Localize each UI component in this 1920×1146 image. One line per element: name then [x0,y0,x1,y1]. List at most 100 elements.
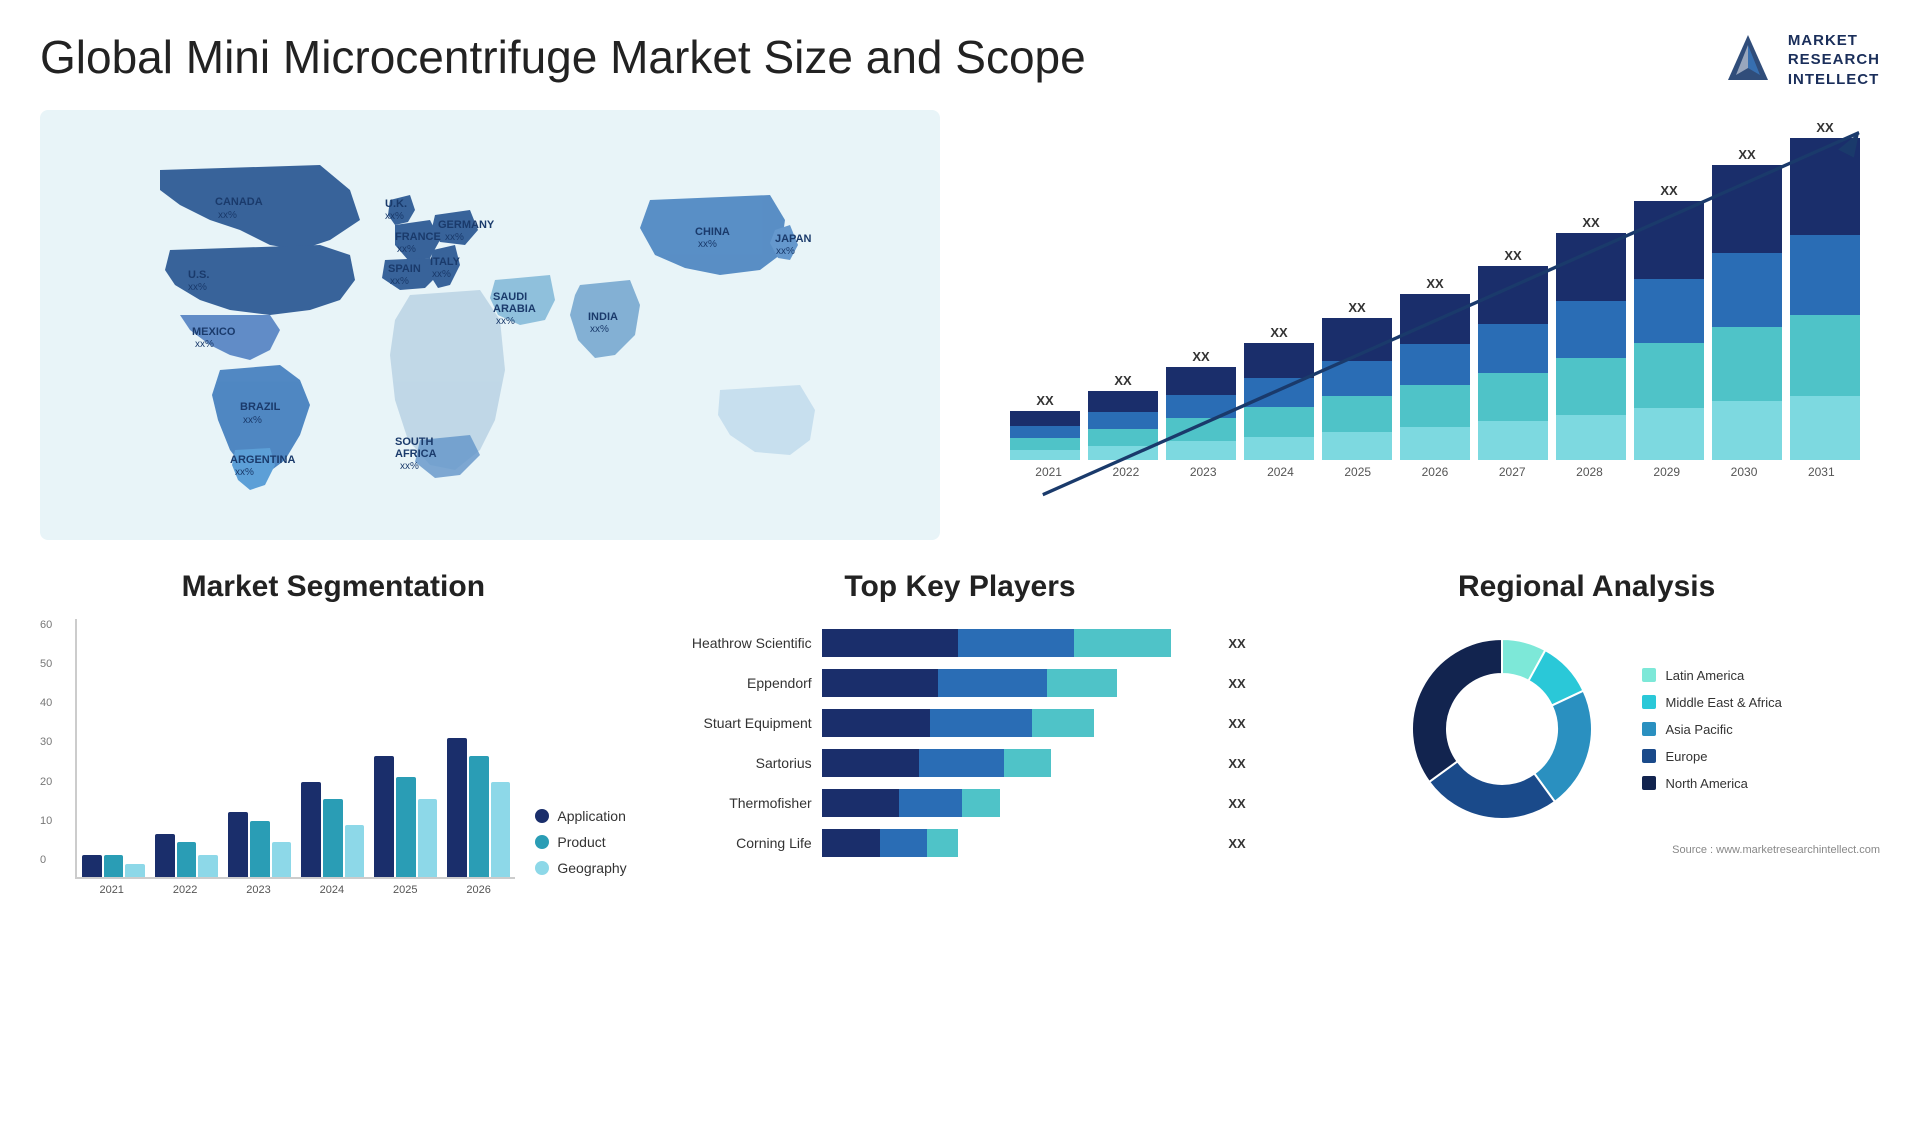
trend-x-label: 2031 [1783,465,1860,479]
player-bar-seg1 [822,829,880,857]
trend-bar-group: XX [1790,120,1860,460]
logo: MARKET RESEARCH INTELLECT [1718,30,1880,90]
trend-bars: XXXXXXXXXXXXXXXXXXXXXX [1010,120,1860,460]
seg-bar [82,855,102,877]
svg-text:MEXICO: MEXICO [192,326,236,338]
seg-bar [250,821,270,877]
trend-bar-label: XX [1816,120,1833,135]
segmentation-section: Market Segmentation 60 50 40 30 20 10 0 [40,570,627,896]
trend-bar-group: XX [1166,120,1236,460]
svg-text:xx%: xx% [243,415,262,426]
logo-text: MARKET RESEARCH INTELLECT [1788,31,1880,90]
regional-title: Regional Analysis [1293,570,1880,604]
trend-bar-stack [1478,266,1548,460]
regional-legend-color [1642,776,1656,790]
trend-bar-stack [1088,391,1158,460]
trend-bar-stack [1634,201,1704,460]
trend-bar-segment [1712,165,1782,254]
trend-bar-stack [1244,343,1314,460]
player-bar-container [822,629,1211,657]
trend-bar-label: XX [1348,300,1365,315]
trend-bar-segment [1478,266,1548,324]
trend-x-label: 2024 [1242,465,1319,479]
player-row: SartoriusXX [667,749,1254,777]
trend-bar-segment [1088,412,1158,429]
trend-bar-segment [1712,401,1782,460]
player-name: Heathrow Scientific [667,635,812,651]
legend-dot [535,835,549,849]
seg-x-label: 2022 [148,884,221,896]
player-value: XX [1228,756,1253,771]
trend-bar-label: XX [1114,373,1131,388]
regional-legend-label: Middle East & Africa [1666,695,1782,710]
trend-bar-segment [1166,367,1236,395]
seg-bar-group [82,619,145,877]
player-row: ThermofisherXX [667,789,1254,817]
trend-bar-segment [1088,446,1158,460]
trend-bar-group: XX [1712,120,1782,460]
y-label-30: 30 [40,736,52,748]
trend-bar-group: XX [1634,120,1704,460]
regional-inner: Latin AmericaMiddle East & AfricaAsia Pa… [1293,619,1880,839]
seg-bar-group [447,619,510,877]
seg-chart-area: 60 50 40 30 20 10 0 20212022202320242025… [40,619,627,896]
svg-text:FRANCE: FRANCE [395,231,441,243]
player-name: Thermofisher [667,795,812,811]
player-bar-seg3 [1032,709,1094,737]
logo-icon [1718,30,1778,90]
seg-legend: ApplicationProductGeography [535,808,626,896]
seg-x-label: 2024 [295,884,368,896]
regional-legend-item: Europe [1642,749,1782,764]
svg-text:xx%: xx% [195,339,214,350]
trend-bar-group: XX [1556,120,1626,460]
player-value: XX [1228,676,1253,691]
regional-legend-color [1642,722,1656,736]
trend-bar-group: XX [1478,120,1548,460]
trend-bar-label: XX [1504,248,1521,263]
trend-bar-segment [1244,343,1314,378]
trend-x-axis: 2021202220232024202520262027202820292030… [1010,465,1860,479]
legend-item: Product [535,834,626,850]
trend-bar-segment [1790,396,1860,460]
trend-bar-segment [1322,318,1392,361]
svg-text:xx%: xx% [698,239,717,250]
seg-bar [228,812,248,877]
y-label-0: 0 [40,854,52,866]
legend-item: Application [535,808,626,824]
source-text: Source : www.marketresearchintellect.com [1293,844,1880,856]
trend-bar-stack [1556,233,1626,460]
trend-x-label: 2027 [1474,465,1551,479]
svg-text:xx%: xx% [400,461,419,472]
player-name: Eppendorf [667,675,812,691]
player-row: Stuart EquipmentXX [667,709,1254,737]
svg-text:CHINA: CHINA [695,226,730,238]
svg-text:CANADA: CANADA [215,196,263,208]
seg-bar [272,842,292,877]
player-value: XX [1228,636,1253,651]
y-label-40: 40 [40,697,52,709]
trend-bar-segment [1400,344,1470,385]
trend-bar-segment [1790,235,1860,316]
svg-text:xx%: xx% [218,210,237,221]
trend-bar-segment [1556,358,1626,415]
seg-bar [177,842,197,877]
svg-text:SOUTH: SOUTH [395,436,434,448]
trend-bar-segment [1010,426,1080,438]
trend-bar-segment [1556,415,1626,460]
player-bar-seg1 [822,669,939,697]
y-label-20: 20 [40,776,52,788]
player-bar-seg3 [962,789,1001,817]
y-label-10: 10 [40,815,52,827]
trend-bar-segment [1244,378,1314,407]
seg-bar [469,756,489,877]
player-bar-seg3 [927,829,958,857]
regional-legend-label: Asia Pacific [1666,722,1733,737]
regional-legend-color [1642,749,1656,763]
seg-bar [323,799,343,877]
trend-bar-stack [1712,165,1782,460]
trend-chart-section: XXXXXXXXXXXXXXXXXXXXXX 20212022202320242… [980,110,1880,540]
player-row: Heathrow Scientific XX [667,629,1254,657]
seg-bar [198,855,218,877]
player-value: XX [1228,836,1253,851]
svg-text:U.K.: U.K. [385,198,407,210]
